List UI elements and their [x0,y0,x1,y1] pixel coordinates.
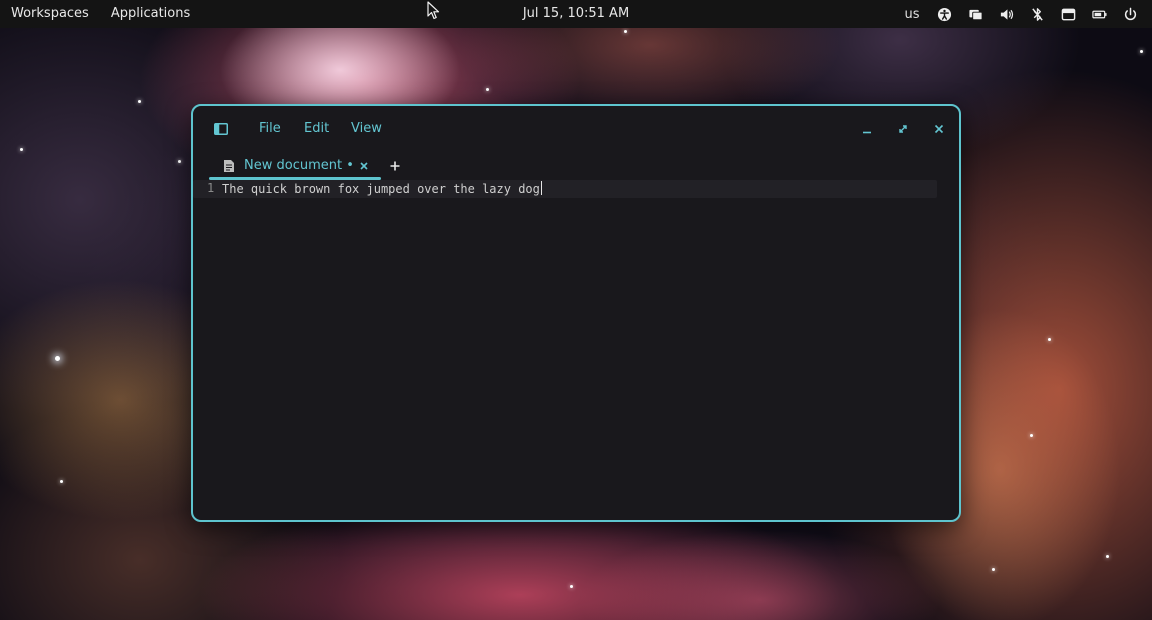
close-window-button[interactable] [929,119,949,139]
sidebar-toggle-icon[interactable] [211,120,231,138]
wallpaper-star [178,160,181,163]
minimize-button[interactable] [857,119,877,139]
tab-new-document[interactable]: New document • [209,152,381,180]
menu-file[interactable]: File [255,119,285,138]
wallpaper-star [138,100,141,103]
bluetooth-off-icon[interactable] [1022,0,1053,28]
close-icon [360,162,368,170]
maximize-button[interactable] [893,119,913,139]
workspaces-button[interactable]: Workspaces [0,0,100,28]
wallpaper-star [570,585,573,588]
wallpaper-star [1106,555,1109,558]
volume-icon[interactable] [991,0,1022,28]
line-number: 1 [207,181,215,195]
text-editor-area[interactable]: 1 The quick brown fox jumped over the la… [193,180,959,520]
system-tray: us [895,0,1146,28]
clock[interactable]: Jul 15, 10:51 AM [523,6,629,21]
editor-line: 1 The quick brown fox jumped over the la… [193,180,937,198]
tab-close-button[interactable] [357,159,371,173]
top-bar: Workspaces Applications Jul 15, 10:51 AM… [0,0,1152,28]
accessibility-icon[interactable] [929,0,960,28]
line-content: The quick brown fox jumped over the lazy… [222,182,540,196]
line-text[interactable]: The quick brown fox jumped over the lazy… [222,181,542,196]
wallpaper-star [1140,50,1143,53]
plus-icon [390,161,400,171]
document-icon [224,160,234,172]
wallpaper-star [624,30,627,33]
wallpaper-star [55,356,60,361]
tab-bar: New document • [193,152,959,180]
minimize-icon [863,131,871,134]
text-editor-window: File Edit View New document • 1 The quic… [191,104,961,522]
keyboard-layout-indicator[interactable]: us [895,7,929,22]
text-caret [540,181,542,195]
applications-button[interactable]: Applications [100,0,201,28]
mouse-pointer-icon [427,1,440,20]
notifications-icon[interactable] [1053,0,1084,28]
wallpaper-star [992,568,995,571]
wallpaper-star [1048,338,1051,341]
wallpaper-star [60,480,63,483]
wallpaper-star [486,88,489,91]
close-icon [934,124,944,134]
menu-view[interactable]: View [347,119,386,138]
menu-edit[interactable]: Edit [300,119,333,138]
window-titlebar[interactable]: File Edit View [193,106,959,152]
wallpaper-star [1030,434,1033,437]
power-icon[interactable] [1115,0,1146,28]
new-tab-button[interactable] [387,158,403,174]
display-icon[interactable] [960,0,991,28]
maximize-icon [899,125,907,133]
battery-icon[interactable] [1084,0,1115,28]
wallpaper-star [20,148,23,151]
tab-label: New document • [244,158,354,173]
